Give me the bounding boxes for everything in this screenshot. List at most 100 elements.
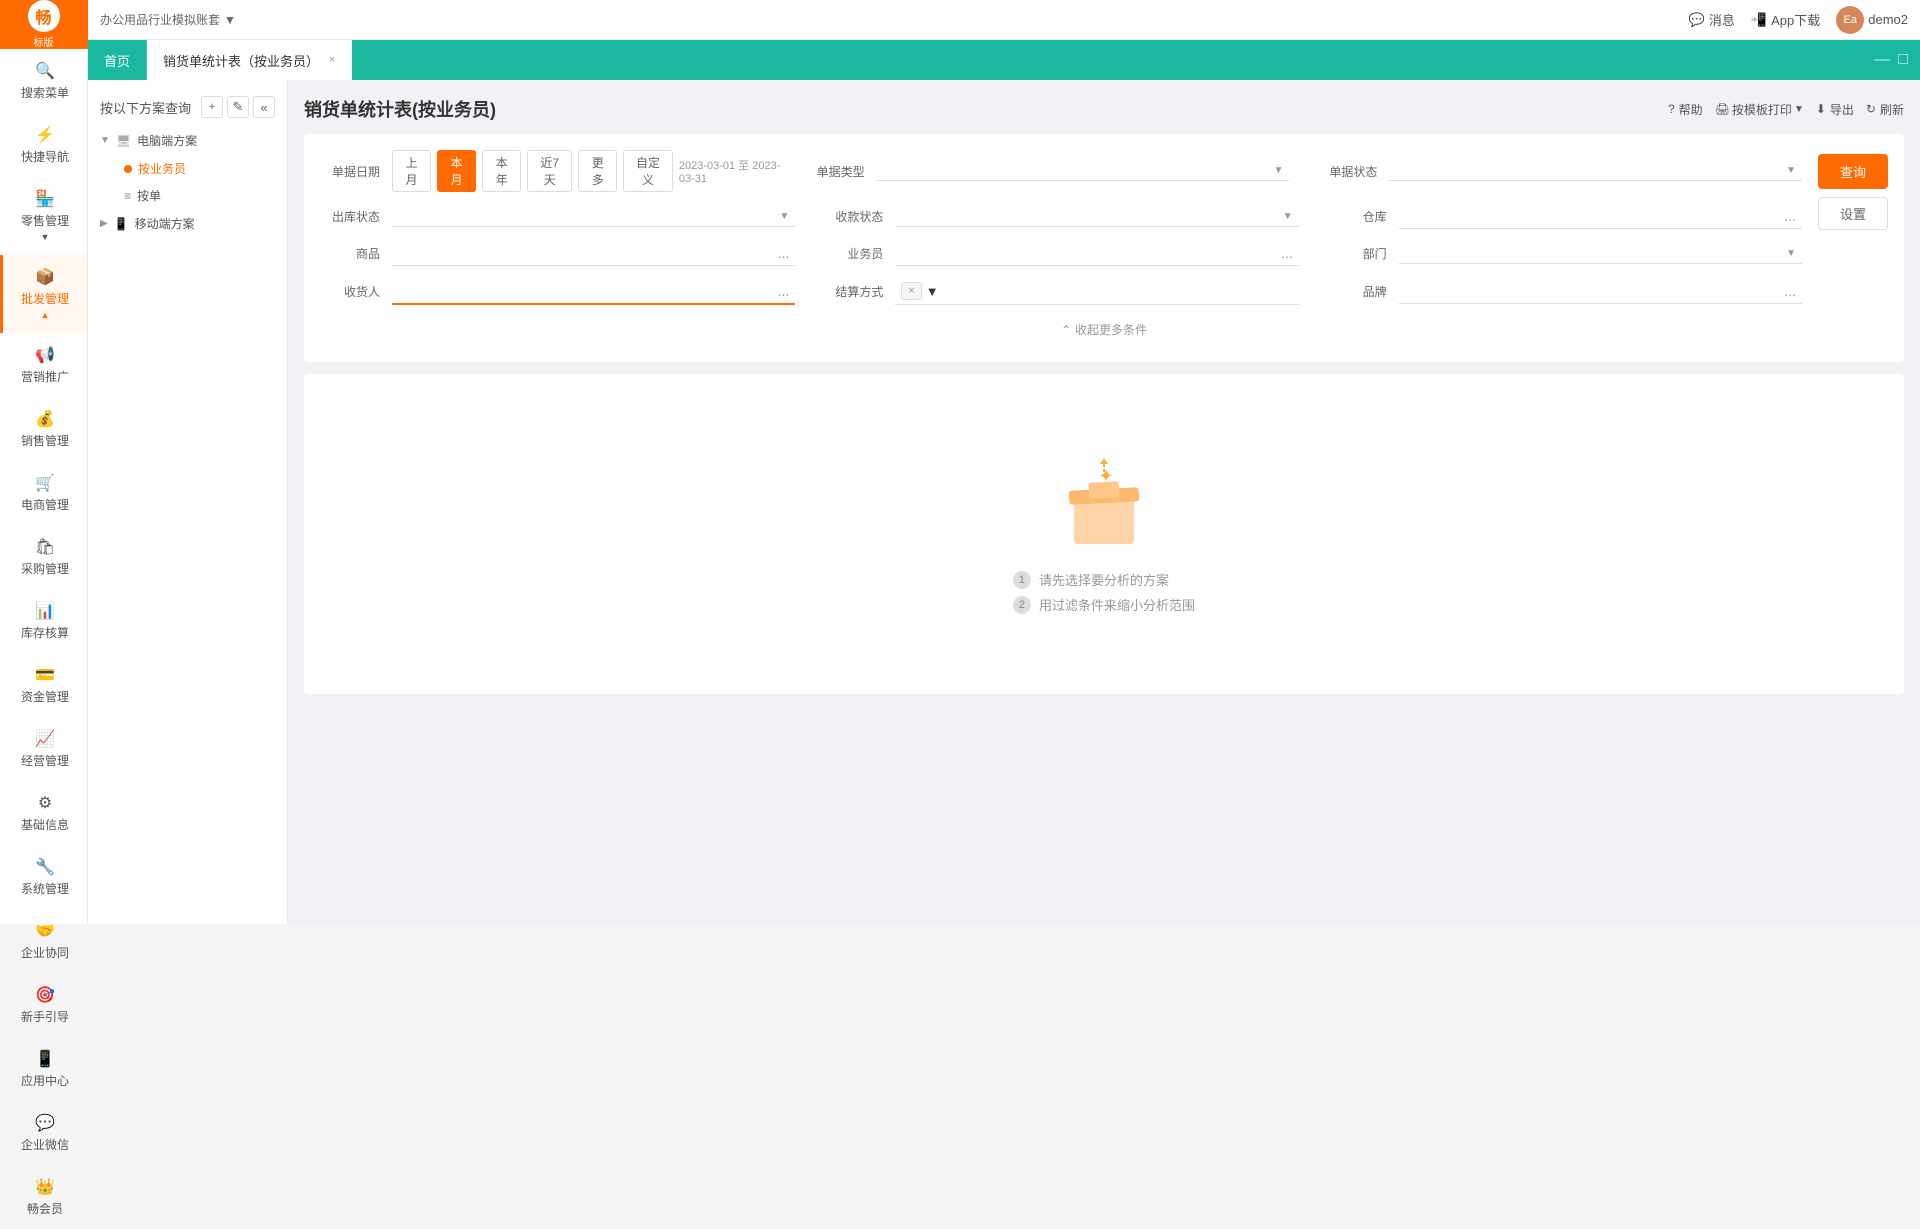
help-icon: ?: [1668, 102, 1675, 116]
sales-icon: 💰: [3, 409, 87, 429]
message-btn[interactable]: 💬 消息: [1689, 10, 1735, 29]
hint-text-1: 请先选择要分析的方案: [1039, 570, 1169, 589]
ecommerce-icon: 🛒: [3, 473, 87, 493]
date-label: 单据日期: [320, 163, 380, 180]
left-panel-title: 按以下方案查询: [100, 98, 191, 117]
date-btn-this-month[interactable]: 本月: [437, 150, 476, 192]
sidebar-item-newbie[interactable]: 🎯 新手引导: [0, 973, 87, 1037]
date-btn-7days[interactable]: 近7天: [527, 150, 572, 192]
settle-arrow: ▼: [926, 284, 939, 299]
collapse-panel-btn[interactable]: «: [253, 96, 275, 118]
sidebar-item-label: 应用中心: [3, 1072, 87, 1089]
date-btn-more[interactable]: 更多: [578, 150, 617, 192]
out-status-select[interactable]: ▼: [392, 207, 795, 227]
sidebar-item-system[interactable]: 🔧 系统管理: [0, 845, 87, 909]
newbie-icon: 🎯: [3, 985, 87, 1005]
svg-text:✦: ✦: [1098, 466, 1113, 486]
breadcrumb-arrow: ▼: [224, 13, 236, 27]
salesman-dots[interactable]: ...: [1281, 245, 1293, 261]
goods-dots[interactable]: ...: [778, 245, 790, 261]
sidebar-item-enterprise[interactable]: 🤝 企业协同: [0, 909, 87, 973]
tabbar: 首页 销货单统计表（按业务员） × — □: [88, 40, 1920, 80]
sidebar-item-operation[interactable]: 📈 经营管理: [0, 717, 87, 781]
query-btn[interactable]: 查询: [1818, 154, 1888, 189]
app-download-btn[interactable]: 📲 App下载: [1751, 10, 1820, 29]
dept-select[interactable]: ▼: [1399, 244, 1802, 264]
left-panel-actions: + ✎ «: [201, 96, 275, 118]
sidebar-item-label: 经营管理: [3, 752, 87, 769]
salesman-scheme-label: 按业务员: [138, 160, 186, 177]
refresh-btn[interactable]: ↻ 刷新: [1866, 101, 1904, 118]
recv-status-select[interactable]: ▼: [895, 207, 1298, 227]
stock-icon: 📊: [3, 601, 87, 621]
message-label: 消息: [1709, 10, 1735, 29]
date-btn-this-year[interactable]: 本年: [482, 150, 521, 192]
doc-status-arrow: ▼: [1786, 165, 1796, 176]
doc-status-select[interactable]: ▼: [1389, 161, 1802, 181]
sidebar-item-search[interactable]: 🔍 搜索菜单: [0, 49, 87, 113]
edit-scheme-btn[interactable]: ✎: [227, 96, 249, 118]
sidebar-item-corp-wechat[interactable]: 💬 企业微信: [0, 1101, 87, 1165]
out-status-label: 出库状态: [320, 208, 380, 225]
tree-folder-icon: 🖥: [116, 134, 131, 148]
user-avatar: Ea: [1836, 6, 1864, 34]
edit-icon: ✎: [233, 99, 244, 115]
right-content: 销货单统计表(按业务员) ? 帮助 🖨 按模板打印 ▼ ⬇ 导出: [288, 80, 1920, 924]
salesman-label: 业务员: [823, 245, 883, 262]
filter-row-1: 单据日期 上月 本月 本年 近7天 更多 自定义 2023-03-01 至 20…: [320, 150, 1802, 192]
sidebar-item-quick[interactable]: ⚡ 快捷导航: [0, 113, 87, 177]
tree-item-order[interactable]: ≡ 按单: [116, 182, 287, 209]
sidebar-item-label: 采购管理: [3, 560, 87, 577]
purchase-icon: 🛍: [3, 537, 87, 557]
brand-dots[interactable]: ...: [1784, 283, 1796, 299]
sidebar-item-app-center[interactable]: 📱 应用中心: [0, 1037, 87, 1101]
sidebar-item-ecommerce[interactable]: 🛒 电商管理: [0, 461, 87, 525]
sidebar: 畅 标版 🔍 搜索菜单 ⚡ 快捷导航 🏪 零售管理 ▼ 📦 批发管理 ▲ 📢 营…: [0, 0, 88, 924]
settings-btn[interactable]: 设置: [1818, 197, 1888, 230]
tab-actions: — □: [1874, 51, 1920, 69]
warehouse-label: 仓库: [1327, 208, 1387, 225]
tab-close-btn[interactable]: ×: [329, 54, 335, 66]
user-profile[interactable]: Ea demo2: [1836, 6, 1908, 34]
doc-type-select[interactable]: ▼: [877, 161, 1290, 181]
filter-row-2: 出库状态 ▼ 收款状态 ▼ 仓库: [320, 204, 1802, 229]
tab-sales-stats[interactable]: 销货单统计表（按业务员） ×: [147, 40, 352, 80]
out-status-arrow: ▼: [779, 211, 789, 222]
sidebar-item-sales[interactable]: 💰 销售管理: [0, 397, 87, 461]
tree-item-salesman[interactable]: 按业务员: [116, 155, 287, 182]
print-label: 按模板打印: [1732, 101, 1792, 118]
breadcrumb-text: 办公用品行业模拟账套: [100, 11, 220, 28]
active-dot: [124, 165, 132, 173]
warehouse-dots[interactable]: ...: [1784, 208, 1796, 224]
sidebar-item-retail[interactable]: 🏪 零售管理 ▼: [0, 177, 87, 255]
consignee-label: 收货人: [320, 283, 380, 300]
settle-tag-close[interactable]: ×: [908, 285, 914, 297]
mobile-scheme-label: 移动端方案: [135, 215, 195, 232]
print-icon: 🖨: [1715, 102, 1730, 116]
collapse-btn[interactable]: ⌃ 收起更多条件: [1061, 313, 1147, 346]
tab-minimize-btn[interactable]: —: [1874, 51, 1890, 69]
sidebar-item-finance[interactable]: 💳 资金管理: [0, 653, 87, 717]
filter-panel: 单据日期 上月 本月 本年 近7天 更多 自定义 2023-03-01 至 20…: [304, 134, 1904, 362]
tab-sales-label: 销货单统计表（按业务员）: [163, 51, 319, 70]
sidebar-item-stock[interactable]: 📊 库存核算: [0, 589, 87, 653]
page-actions: ? 帮助 🖨 按模板打印 ▼ ⬇ 导出 ↻ 刷新: [1668, 101, 1904, 118]
print-btn[interactable]: 🖨 按模板打印 ▼: [1715, 101, 1804, 118]
sidebar-item-wholesale[interactable]: 📦 批发管理 ▲: [0, 255, 87, 333]
date-btn-custom[interactable]: 自定义: [623, 150, 673, 192]
add-scheme-btn[interactable]: +: [201, 96, 223, 118]
tab-home[interactable]: 首页: [88, 40, 147, 80]
export-btn[interactable]: ⬇ 导出: [1816, 101, 1854, 118]
sidebar-item-basic[interactable]: ⚙ 基础信息: [0, 781, 87, 845]
tab-maximize-btn[interactable]: □: [1898, 51, 1908, 69]
sidebar-item-marketing[interactable]: 📢 营销推广: [0, 333, 87, 397]
sidebar-item-member[interactable]: 👑 畅会员: [0, 1165, 87, 1229]
sidebar-item-purchase[interactable]: 🛍 采购管理: [0, 525, 87, 589]
tree-mobile-schemes[interactable]: ▶ 📱 移动端方案: [88, 209, 287, 238]
help-link[interactable]: ? 帮助: [1668, 101, 1703, 118]
consignee-dots[interactable]: ...: [778, 283, 790, 299]
sidebar-logo[interactable]: 畅 标版: [0, 0, 88, 49]
brand-label: 品牌: [1327, 283, 1387, 300]
tree-desktop-schemes[interactable]: ▼ 🖥 电脑端方案: [88, 126, 287, 155]
date-btn-last-month[interactable]: 上月: [392, 150, 431, 192]
